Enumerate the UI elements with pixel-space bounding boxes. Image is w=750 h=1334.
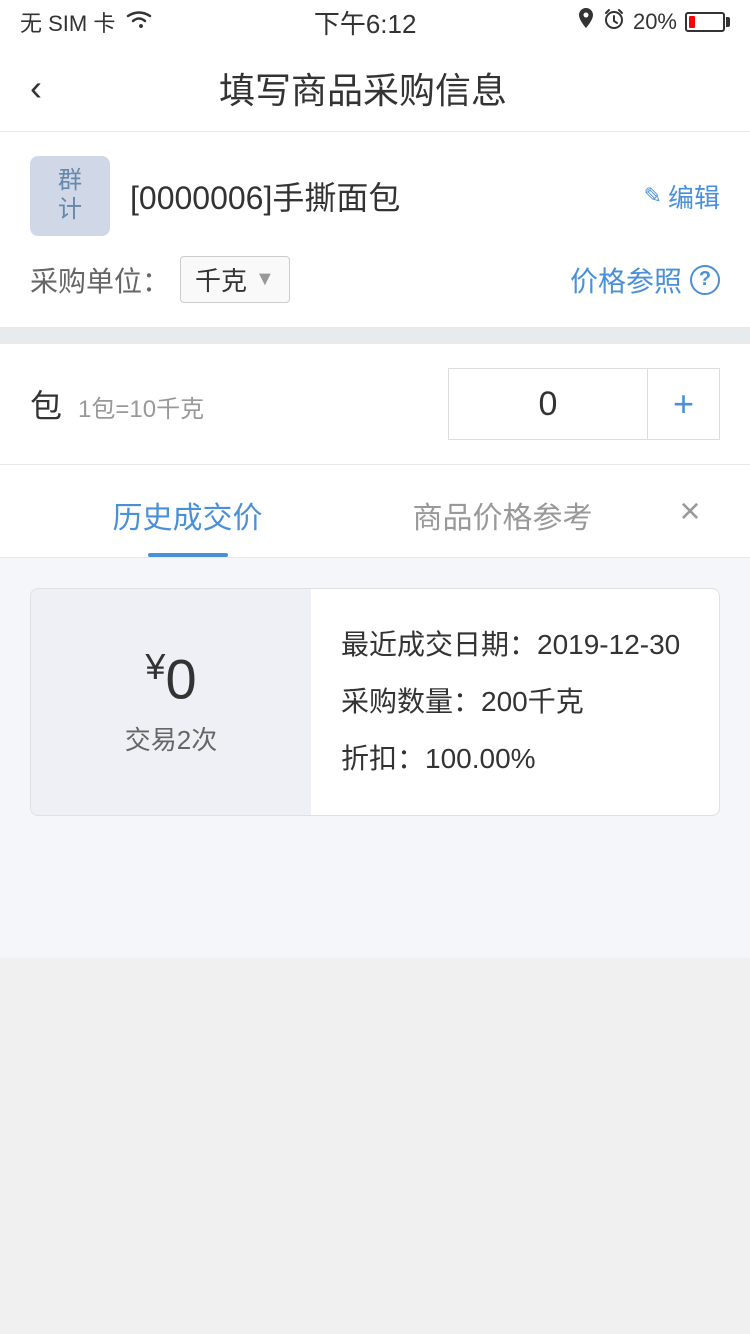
quantity-unit-label: 包 1包=10千克: [30, 381, 204, 427]
recent-date-label: 最近成交日期：: [341, 629, 537, 660]
status-left: 无 SIM 卡: [20, 6, 153, 38]
unit-select[interactable]: 千克 ▼: [180, 256, 290, 303]
tabs-close-button[interactable]: ×: [660, 470, 720, 552]
edit-label: 编辑: [668, 178, 720, 215]
tabs-bar: 历史成交价 商品价格参考 ×: [0, 465, 750, 558]
price-display: ¥0: [145, 646, 196, 712]
purchase-qty-label: 采购数量：: [341, 686, 481, 717]
thumbnail-text: 群计: [58, 167, 82, 225]
product-info-row: 群计 [0000006]手撕面包: [30, 156, 400, 236]
price-card-left: ¥0 交易2次: [31, 589, 311, 815]
status-time: 下午6:12: [314, 4, 417, 41]
purchase-qty-line: 采购数量：200千克: [341, 682, 689, 721]
tab-active-indicator: [148, 553, 228, 557]
help-icon: ?: [690, 265, 720, 295]
price-ref-button[interactable]: 价格参照 ?: [570, 260, 720, 300]
currency-symbol: ¥: [145, 646, 165, 687]
back-button[interactable]: ‹: [30, 67, 62, 109]
qty-input-group: +: [448, 368, 720, 440]
product-card: 群计 [0000006]手撕面包 ✎ 编辑 采购单位： 千克 ▼ 价格参照 ?: [0, 132, 750, 328]
qty-unit-sub: 1包=10千克: [78, 389, 204, 424]
tab-priceref-label: 商品价格参考: [413, 502, 593, 535]
location-icon: [577, 8, 595, 36]
price-card: ¥0 交易2次 最近成交日期：2019-12-30 采购数量：200千克 折扣：…: [30, 588, 720, 816]
product-thumbnail: 群计: [30, 156, 110, 236]
product-name: [0000006]手撕面包: [130, 173, 400, 219]
recent-date-value: 2019-12-30: [537, 629, 680, 660]
tab-history-label: 历史成交价: [113, 502, 263, 535]
qty-plus-button[interactable]: +: [648, 368, 720, 440]
product-unit-row: 采购单位： 千克 ▼ 价格参照 ?: [30, 256, 720, 303]
carrier-label: 无 SIM 卡: [20, 6, 115, 38]
unit-arrow-icon: ▼: [255, 268, 275, 291]
wifi-icon: [125, 8, 153, 36]
purchase-qty-value: 200千克: [481, 686, 584, 717]
recent-date-line: 最近成交日期：2019-12-30: [341, 625, 689, 664]
unit-value: 千克: [195, 261, 247, 298]
battery-percent: 20%: [633, 9, 677, 35]
status-right: 20%: [577, 8, 730, 36]
discount-label: 折扣：: [341, 743, 425, 774]
edit-button[interactable]: ✎ 编辑: [644, 178, 720, 215]
unit-label: 采购单位：: [30, 260, 170, 300]
product-header: 群计 [0000006]手撕面包 ✎ 编辑: [30, 156, 720, 236]
edit-icon: ✎: [644, 183, 662, 209]
section-divider: [0, 328, 750, 344]
trade-count: 交易2次: [125, 720, 217, 757]
discount-line: 折扣：100.00%: [341, 739, 689, 778]
tab-content: ¥0 交易2次 最近成交日期：2019-12-30 采购数量：200千克 折扣：…: [0, 558, 750, 958]
qty-unit-main: 包: [30, 381, 62, 427]
battery-icon: [685, 12, 730, 32]
tab-price-ref[interactable]: 商品价格参考: [345, 465, 660, 557]
page-title: 填写商品采购信息: [62, 62, 664, 114]
price-value: 0: [165, 648, 196, 711]
nav-bar: ‹ 填写商品采购信息: [0, 44, 750, 132]
status-bar: 无 SIM 卡 下午6:12 20%: [0, 0, 750, 44]
price-ref-label: 价格参照: [570, 260, 682, 300]
alarm-icon: [603, 8, 625, 36]
quantity-row: 包 1包=10千克 +: [0, 344, 750, 465]
price-card-right: 最近成交日期：2019-12-30 采购数量：200千克 折扣：100.00%: [311, 589, 719, 815]
tab-history-price[interactable]: 历史成交价: [30, 465, 345, 557]
discount-value: 100.00%: [425, 743, 536, 774]
quantity-input[interactable]: [448, 368, 648, 440]
